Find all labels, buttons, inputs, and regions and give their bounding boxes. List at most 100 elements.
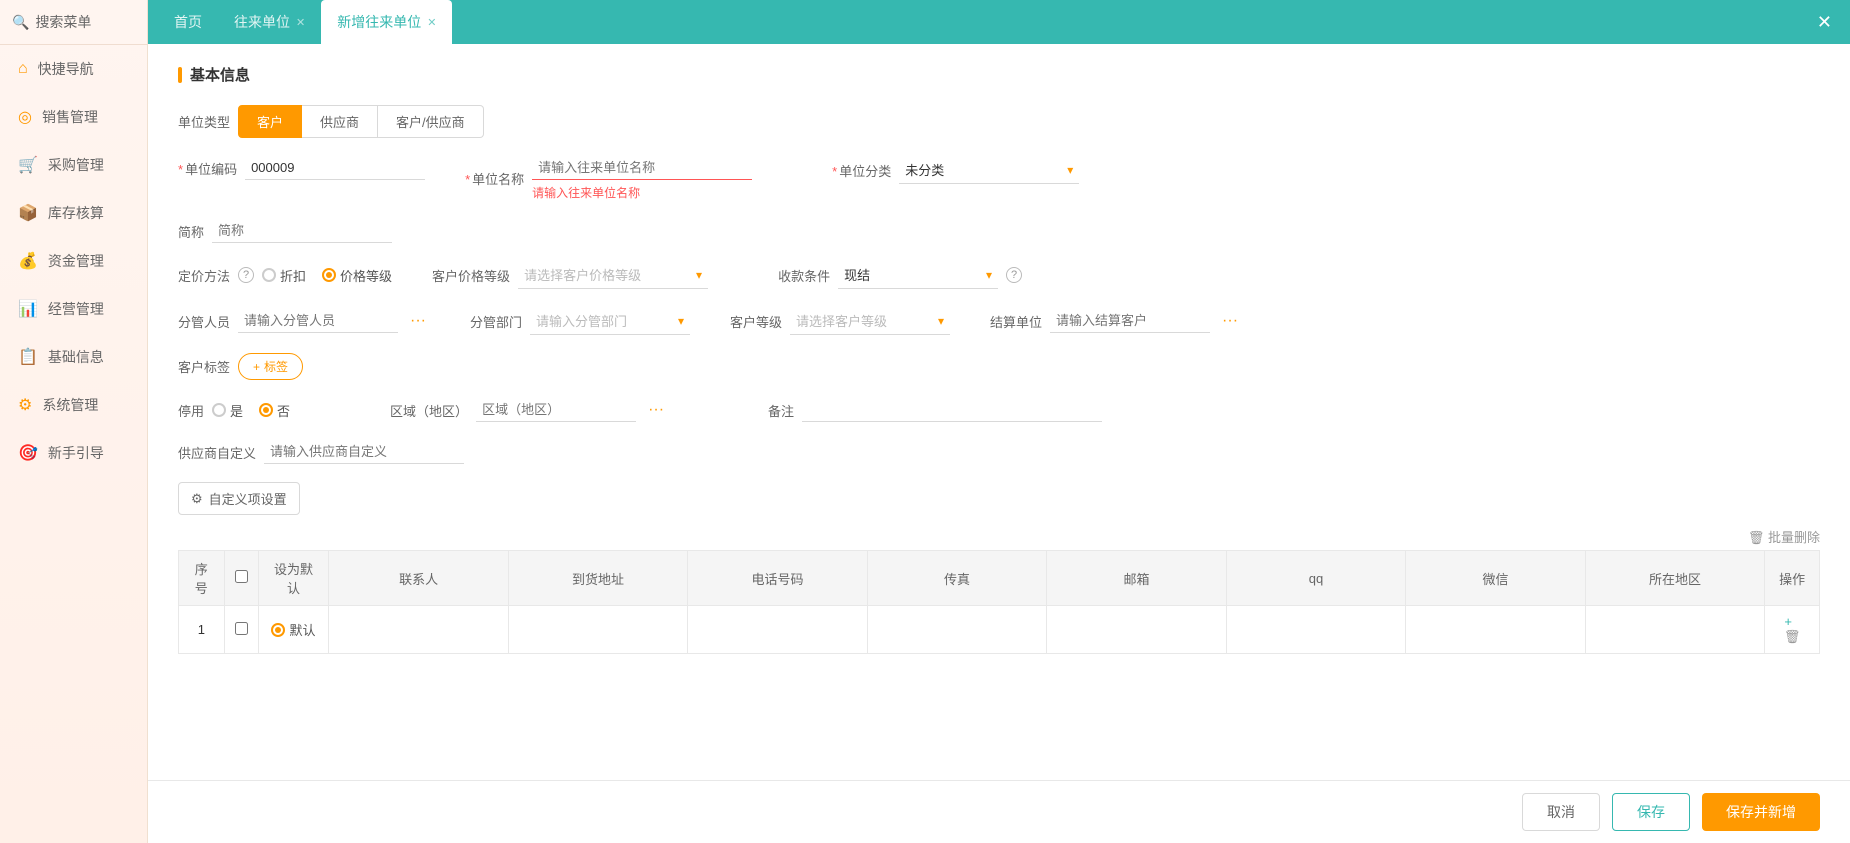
save-new-button[interactable]: 保存并新增 [1702, 793, 1820, 831]
sidebar-search-area[interactable]: 🔍 搜索菜单 [0, 0, 147, 45]
save-button[interactable]: 保存 [1612, 793, 1690, 831]
region-label: 区域（地区） [390, 401, 468, 420]
unit-type-label: 单位类型 [178, 112, 230, 131]
address-input[interactable] [527, 622, 670, 637]
disabled-radio-no[interactable]: 否 [259, 401, 290, 420]
manager-more-btn[interactable]: ··· [406, 312, 430, 330]
department-arrow: ▾ [678, 314, 684, 328]
email-input[interactable] [1065, 622, 1208, 637]
sidebar-item-inventory[interactable]: 📦 库存核算 [0, 189, 147, 237]
tab-new-partner-close[interactable]: ✕ [427, 16, 436, 29]
settlement-input[interactable] [1050, 309, 1210, 333]
table-body: 1 默认 [179, 606, 1820, 654]
tab-partner[interactable]: 往来单位 ✕ [218, 0, 321, 44]
contact-input[interactable] [347, 622, 490, 637]
cell-fax[interactable] [867, 606, 1046, 654]
window-close-button[interactable]: ✕ [1809, 12, 1840, 33]
remark-input[interactable] [802, 398, 1102, 422]
disabled-radio-yes[interactable]: 是 [212, 401, 243, 420]
batch-delete-button[interactable]: 🗑 批量删除 [178, 527, 1820, 546]
sidebar-item-guide[interactable]: 🎯 新手引导 [0, 429, 147, 477]
cell-checkbox[interactable] [224, 606, 258, 654]
payment-terms-select[interactable]: 现结 ▾ [838, 261, 998, 289]
sidebar-item-quick-nav[interactable]: ⌂ 快捷导航 [0, 45, 147, 93]
fax-input[interactable] [886, 622, 1029, 637]
customer-price-select[interactable]: 请选择客户价格等级 ▾ [518, 261, 708, 289]
sidebar-item-label: 新手引导 [48, 443, 104, 463]
default-radio[interactable]: 默认 [269, 620, 319, 639]
unit-name-input[interactable] [532, 156, 752, 180]
add-tag-button[interactable]: + 标签 [238, 353, 303, 380]
unit-code-input[interactable] [245, 156, 425, 180]
col-qq: qq [1226, 551, 1406, 606]
batch-delete-icon: 🗑 [1748, 530, 1765, 545]
settlement-more-btn[interactable]: ··· [1218, 312, 1242, 330]
tab-bar: 首页 往来单位 ✕ 新增往来单位 ✕ ✕ [148, 0, 1850, 44]
tab-home[interactable]: 首页 [158, 0, 218, 44]
disabled-radios: 是 否 [212, 401, 290, 420]
tab-partner-close[interactable]: ✕ [296, 16, 305, 29]
sidebar-item-system[interactable]: ⚙ 系统管理 [0, 381, 147, 429]
sidebar-item-label: 经营管理 [48, 299, 104, 319]
cell-address[interactable] [508, 606, 687, 654]
cell-qq[interactable] [1226, 606, 1406, 654]
phone-input[interactable] [706, 622, 849, 637]
select-all-checkbox[interactable] [235, 570, 248, 583]
pricing-radio-price-level[interactable]: 价格等级 [322, 266, 392, 285]
payment-terms-help-icon[interactable]: ? [1006, 267, 1022, 283]
sidebar-item-finance[interactable]: 💰 资金管理 [0, 237, 147, 285]
unit-category-group: *单位分类 未分类 ▾ [832, 156, 1079, 184]
customer-tag-row: 客户标签 + 标签 [178, 353, 1820, 380]
qq-input[interactable] [1245, 622, 1388, 637]
search-menu-button[interactable]: 🔍 搜索菜单 [12, 12, 135, 32]
payment-terms-group: 收款条件 现结 ▾ ? [778, 261, 1022, 289]
cell-action: + 🗑 [1765, 606, 1820, 654]
pricing-radio-discount[interactable]: 折扣 [262, 266, 306, 285]
cell-default: 默认 [258, 606, 329, 654]
col-action: 操作 [1765, 551, 1820, 606]
delete-row-btn[interactable]: 🗑 [1784, 629, 1801, 644]
unit-code-label: *单位编码 [178, 159, 237, 178]
sidebar-item-operations[interactable]: 📊 经营管理 [0, 285, 147, 333]
col-email: 邮箱 [1047, 551, 1226, 606]
add-row-btn[interactable]: + [1784, 614, 1792, 629]
type-btn-both[interactable]: 客户/供应商 [378, 105, 484, 138]
sidebar-item-purchase[interactable]: 🛒 采购管理 [0, 141, 147, 189]
supplier-custom-input[interactable] [264, 440, 464, 464]
tab-partner-label: 往来单位 [234, 12, 290, 32]
add-tag-label: 标签 [264, 358, 288, 375]
col-checkbox [224, 551, 258, 606]
cancel-button[interactable]: 取消 [1522, 793, 1600, 831]
sidebar-item-basic[interactable]: 📋 基础信息 [0, 333, 147, 381]
manager-input[interactable] [238, 309, 398, 333]
pricing-help-icon[interactable]: ? [238, 267, 254, 283]
cell-email[interactable] [1047, 606, 1226, 654]
customer-level-select[interactable]: 请选择客户等级 ▾ [790, 307, 950, 335]
region-input2[interactable] [1604, 622, 1747, 637]
region-more-btn[interactable]: ··· [644, 401, 668, 419]
type-btn-customer[interactable]: 客户 [238, 105, 302, 138]
row-checkbox[interactable] [235, 622, 248, 635]
wechat-input[interactable] [1424, 622, 1567, 637]
cell-phone[interactable] [688, 606, 867, 654]
type-btn-supplier[interactable]: 供应商 [302, 105, 378, 138]
shortname-input[interactable] [212, 219, 392, 243]
cell-contact[interactable] [329, 606, 508, 654]
cell-wechat[interactable] [1406, 606, 1585, 654]
shortname-label: 简称 [178, 222, 204, 241]
supplier-custom-row: 供应商自定义 [178, 440, 1820, 464]
unit-name-group: *单位名称 请输入往来单位名称 [465, 156, 752, 201]
add-tag-icon: + [253, 360, 260, 374]
tab-home-label: 首页 [174, 12, 202, 32]
unit-category-select[interactable]: 未分类 ▾ [899, 156, 1079, 184]
customer-level-placeholder: 请选择客户等级 [796, 311, 887, 330]
department-select[interactable]: 请输入分管部门 ▾ [530, 307, 690, 335]
sidebar-item-sales[interactable]: ◎ 销售管理 [0, 93, 147, 141]
region-input[interactable] [476, 398, 636, 422]
sidebar-item-label: 系统管理 [42, 395, 98, 415]
department-label: 分管部门 [470, 312, 522, 331]
cell-region[interactable] [1585, 606, 1764, 654]
tab-new-partner[interactable]: 新增往来单位 ✕ [321, 0, 452, 44]
custom-settings-button[interactable]: ⚙ 自定义项设置 [178, 482, 300, 515]
radio-price-level-circle [322, 268, 336, 282]
